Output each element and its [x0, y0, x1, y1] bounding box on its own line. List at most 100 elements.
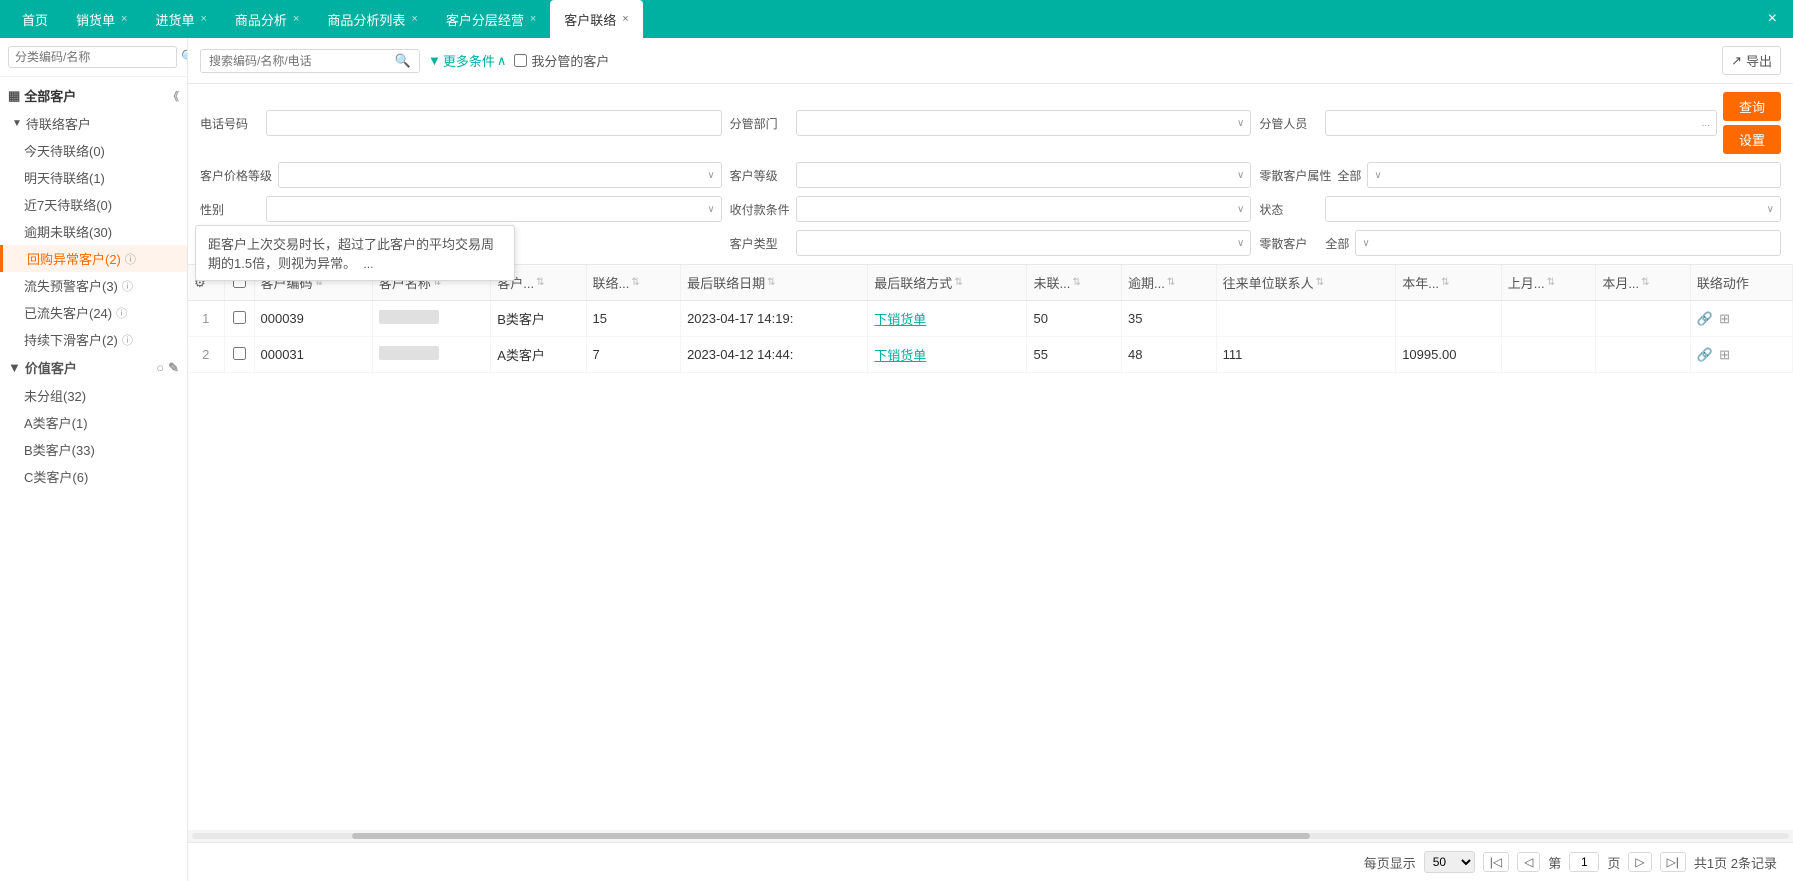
close-icon[interactable]: ×: [121, 13, 127, 25]
sidebar-section-value[interactable]: ▼ 价值客户 ○ ✎: [0, 353, 187, 382]
row-checkbox[interactable]: [233, 347, 246, 360]
filter-person: 分管人员 ... 查询 设置: [1259, 92, 1781, 154]
scrollbar-thumb[interactable]: [352, 833, 1310, 839]
total-info: 共1页 2条记录: [1694, 853, 1777, 872]
row-this-year: [1396, 301, 1502, 337]
toolbar-search-icon[interactable]: 🔍: [395, 53, 411, 69]
row-code: 000039: [254, 301, 372, 337]
sidebar-item-loss-warning[interactable]: 流失预警客户(3) ⓘ: [0, 272, 187, 299]
chevron-down-icon: ∨: [1237, 238, 1244, 249]
close-icon[interactable]: ×: [200, 13, 206, 25]
nav-tab-home[interactable]: 首页: [8, 0, 62, 38]
customer-type-select[interactable]: ∨: [796, 230, 1252, 256]
sort-icon: ⇅: [536, 277, 544, 288]
col-this-month[interactable]: 本月... ⇅: [1596, 265, 1691, 301]
sidebar-item-7days[interactable]: 近7天待联络(0): [0, 191, 187, 218]
col-last-contact-method[interactable]: 最后联络方式 ⇅: [868, 265, 1027, 301]
settings-button[interactable]: 设置: [1723, 125, 1781, 154]
grid-icon[interactable]: ⊞: [1719, 347, 1730, 363]
row-last-contact-method[interactable]: 下销货单: [868, 301, 1027, 337]
page-label: 第: [1548, 853, 1561, 872]
sidebar-item-unclassified[interactable]: 未分组(32): [0, 382, 187, 409]
sidebar-item-class-c[interactable]: C类客户(6): [0, 463, 187, 490]
sidebar-item-repeat-buy[interactable]: 回购异常客户(2) ⓘ: [0, 245, 187, 272]
row-action-cell: 🔗 ⊞: [1690, 337, 1792, 373]
query-button[interactable]: 查询: [1723, 92, 1781, 121]
row-not-contacted: 50: [1027, 301, 1122, 337]
sidebar-item-declining[interactable]: 持续下滑客户(2) ⓘ: [0, 326, 187, 353]
phone-input[interactable]: [266, 110, 722, 136]
page-next-button[interactable]: ▷: [1628, 852, 1651, 872]
sort-icon: ⇅: [1441, 277, 1449, 288]
nav-tab-product-analysis[interactable]: 商品分析 ×: [221, 0, 313, 38]
col-last-contact-date[interactable]: 最后联络日期 ⇅: [681, 265, 868, 301]
retail-select[interactable]: ∨: [1355, 230, 1781, 256]
filter-retail-attr: 零散客户属性 全部 ∨: [1259, 162, 1781, 188]
sidebar-search-icon[interactable]: 🔍: [181, 49, 188, 65]
sidebar-root-all-customers[interactable]: ▦ 全部客户 《: [0, 81, 187, 110]
col-contact-count[interactable]: 联络... ⇅: [586, 265, 681, 301]
retail-attr-select[interactable]: ∨: [1367, 162, 1781, 188]
page-last-button[interactable]: ▷|: [1660, 852, 1686, 872]
close-icon[interactable]: ×: [411, 13, 417, 25]
sidebar-item-class-b[interactable]: B类客户(33): [0, 436, 187, 463]
chevron-down-icon: ∨: [707, 170, 714, 181]
close-icon[interactable]: ×: [530, 13, 536, 25]
nav-tab-customer-contact[interactable]: 客户联络 ×: [550, 0, 642, 38]
info-icon: ⓘ: [116, 305, 127, 321]
grid-icon[interactable]: ⊞: [1719, 311, 1730, 327]
link-icon[interactable]: 🔗: [1697, 311, 1713, 327]
col-overdue[interactable]: 逾期... ⇅: [1122, 265, 1217, 301]
col-not-contacted[interactable]: 未联... ⇅: [1027, 265, 1122, 301]
row-checkbox[interactable]: [233, 311, 246, 324]
circle-icon[interactable]: ○: [156, 360, 164, 376]
toolbar: 🔍 ▼ 更多条件 ∧ 我分管的客户 ↗ 导出: [188, 38, 1793, 84]
dept-select[interactable]: ∨: [796, 110, 1252, 136]
sidebar-item-lost[interactable]: 已流失客户(24) ⓘ: [0, 299, 187, 326]
row-contact-count: 7: [586, 337, 681, 373]
window-close-button[interactable]: ×: [1760, 10, 1785, 28]
my-customers-checkbox[interactable]: [514, 54, 527, 67]
nav-tab-customer-layer[interactable]: 客户分层经营 ×: [432, 0, 550, 38]
sidebar-item-class-a[interactable]: A类客户(1): [0, 409, 187, 436]
nav-tab-sales[interactable]: 销货单 ×: [62, 0, 141, 38]
sidebar-item-today[interactable]: 今天待联络(0): [0, 137, 187, 164]
collapse-icon[interactable]: 《: [168, 88, 179, 104]
row-contact-person: 111: [1216, 337, 1396, 373]
col-last-month[interactable]: 上月... ⇅: [1501, 265, 1596, 301]
status-select[interactable]: ∨: [1325, 196, 1781, 222]
row-checkbox-cell: [224, 337, 254, 373]
page-number-input[interactable]: [1569, 852, 1599, 872]
col-contact-person[interactable]: 往来单位联系人 ⇅: [1216, 265, 1396, 301]
tooltip-box: 距客户上次交易时长，超过了此客户的平均交易周期的1.5倍，则视为异常。: [195, 225, 515, 281]
person-select[interactable]: ...: [1325, 110, 1717, 136]
export-button[interactable]: ↗ 导出: [1722, 46, 1781, 75]
page-prev-button[interactable]: ◁: [1517, 852, 1540, 872]
toolbar-search-input[interactable]: [209, 54, 395, 68]
nav-tab-product-list[interactable]: 商品分析列表 ×: [313, 0, 431, 38]
payment-select[interactable]: ∨: [796, 196, 1252, 222]
link-icon[interactable]: 🔗: [1697, 347, 1713, 363]
row-num: 2: [188, 337, 224, 373]
edit-icon[interactable]: ✎: [168, 360, 179, 376]
horizontal-scrollbar[interactable]: [188, 830, 1793, 842]
page-size-select[interactable]: 50 100 200: [1424, 851, 1475, 873]
close-icon[interactable]: ×: [622, 13, 628, 25]
row-last-contact-method[interactable]: 下销货单: [868, 337, 1027, 373]
table-row: 1 000039 B类客户 15 2023-04-17 14:19: 下销货单 …: [188, 301, 1793, 337]
sidebar-item-overdue[interactable]: 逾期未联络(30): [0, 218, 187, 245]
price-level-select[interactable]: ∨: [278, 162, 722, 188]
row-customer-type: A类客户: [491, 337, 586, 373]
sidebar-item-tomorrow[interactable]: 明天待联络(1): [0, 164, 187, 191]
filter-customer-level: 客户等级 ∨: [730, 162, 1252, 188]
close-icon[interactable]: ×: [293, 13, 299, 25]
customer-level-select[interactable]: ∨: [796, 162, 1252, 188]
col-this-year[interactable]: 本年... ⇅: [1396, 265, 1502, 301]
nav-tab-purchase[interactable]: 进货单 ×: [141, 0, 220, 38]
gender-select[interactable]: ∨: [266, 196, 722, 222]
filter-customer-type: 客户类型 ∨: [730, 230, 1252, 256]
page-first-button[interactable]: |◁: [1483, 852, 1509, 872]
more-conditions-button[interactable]: ▼ 更多条件 ∧: [428, 51, 506, 70]
sidebar-section-pending[interactable]: ▼ 待联络客户: [0, 110, 187, 137]
sidebar-search-input[interactable]: [8, 46, 177, 68]
